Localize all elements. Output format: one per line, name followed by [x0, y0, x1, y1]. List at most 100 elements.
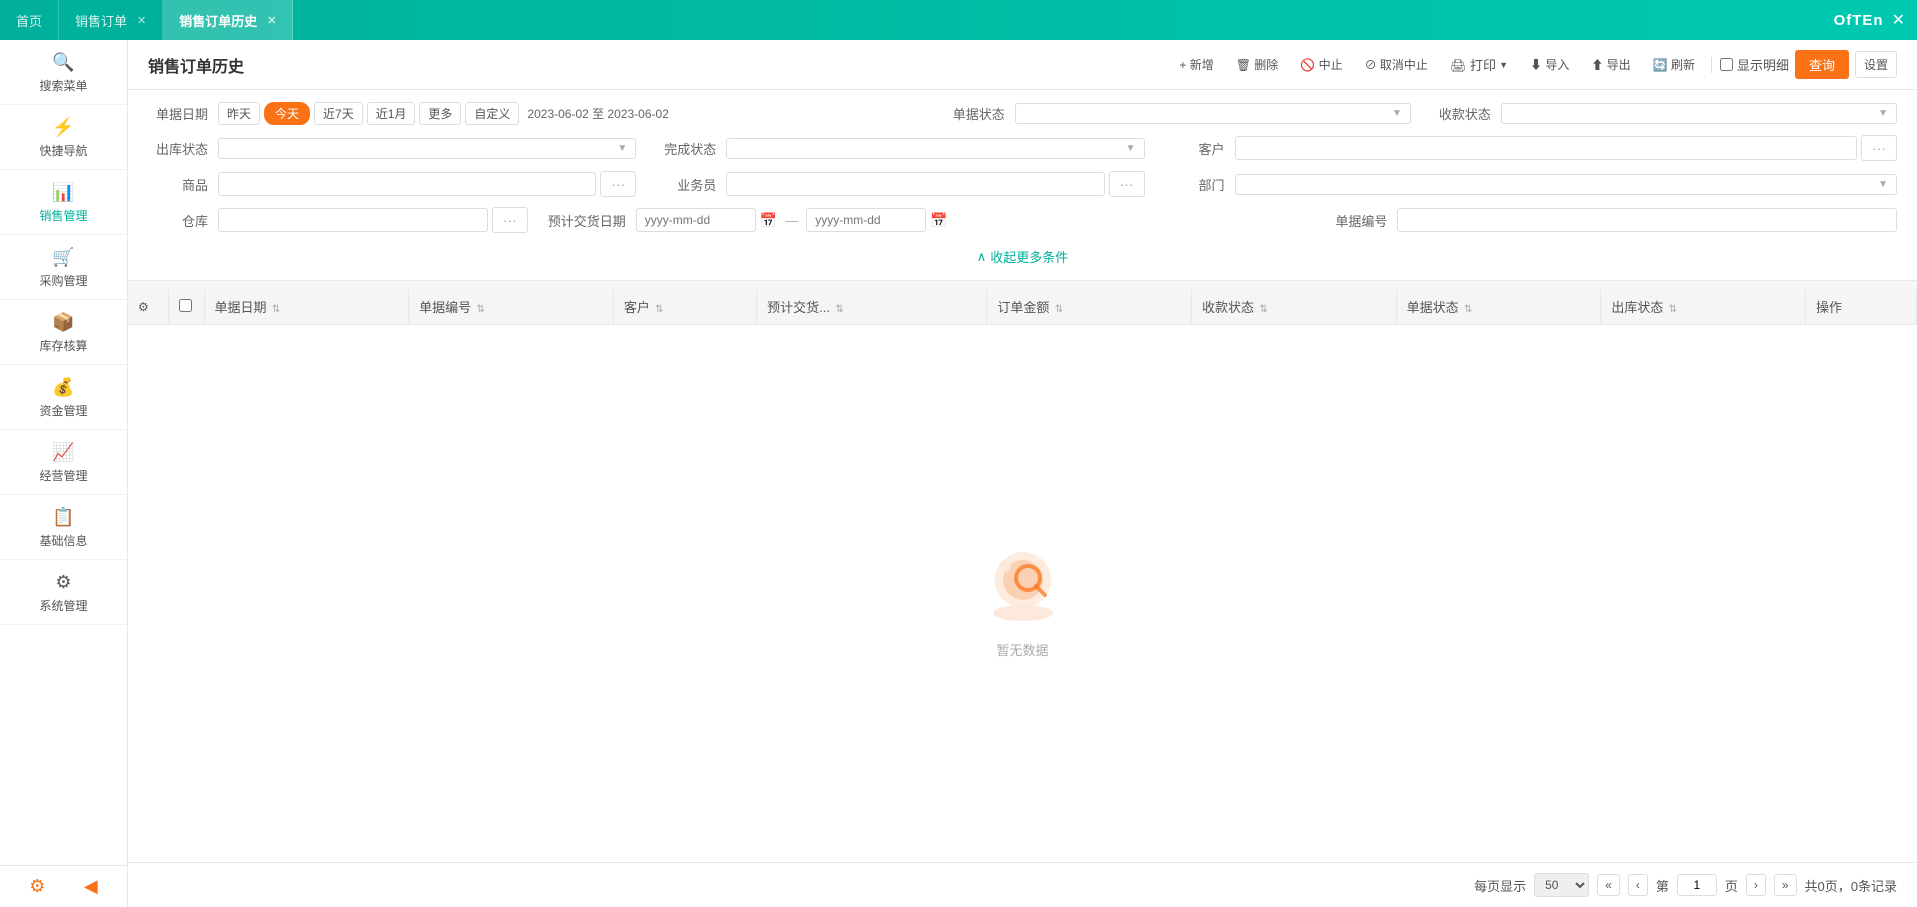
th-amount[interactable]: 订单金额 ⇅ — [987, 289, 1192, 325]
per-page-select[interactable]: 50 10 20 100 — [1534, 873, 1589, 897]
sidebar: 🔍 搜索菜单 ⚡ 快捷导航 📊 销售管理 🛒 采购管理 📦 库存核算 💰 资金管… — [0, 40, 128, 907]
out-status-select[interactable]: ▼ — [218, 138, 636, 159]
date-btn-custom[interactable]: 自定义 — [465, 102, 519, 125]
tab-sales-order-history[interactable]: 销售订单历史 ✕ — [163, 0, 293, 40]
th-no-sort-icon[interactable]: ⇅ — [477, 304, 485, 315]
bill-status-select[interactable]: ▼ — [1015, 103, 1411, 124]
bill-no-input[interactable] — [1397, 208, 1897, 232]
first-page-button[interactable]: « — [1597, 874, 1620, 896]
salesperson-input[interactable] — [726, 172, 1104, 196]
content-area: 销售订单历史 + 新增 🗑 删除 🚫 中止 ⊘ 取消中止 🖨 打印 ▼ ⬇ 导入… — [128, 40, 1917, 907]
th-payment-status-sort-icon[interactable]: ⇅ — [1259, 304, 1267, 315]
sidebar-item-sales[interactable]: 📊 销售管理 — [0, 170, 127, 235]
collapse-bar[interactable]: ∧ 收起更多条件 — [148, 243, 1897, 274]
sidebar-item-quick-nav[interactable]: ⚡ 快捷导航 — [0, 105, 127, 170]
tab-list: 首页 销售订单 ✕ 销售订单历史 ✕ — [0, 0, 1822, 40]
next-page-button[interactable]: › — [1746, 874, 1766, 896]
settings-button[interactable]: 设置 — [1855, 51, 1897, 78]
sidebar-item-basic-info[interactable]: 📋 基础信息 — [0, 495, 127, 560]
th-customer-sort-icon[interactable]: ⇅ — [655, 304, 663, 315]
delivery-date-start-input[interactable] — [636, 208, 756, 232]
empty-icon — [973, 528, 1073, 628]
query-button[interactable]: 查询 — [1795, 50, 1849, 79]
system-icon: ⚙ — [55, 572, 71, 593]
goods-input[interactable] — [218, 172, 596, 196]
sidebar-item-system[interactable]: ⚙ 系统管理 — [0, 560, 127, 625]
sidebar-settings-icon[interactable]: ⚙ — [29, 876, 45, 897]
print-dropdown-icon[interactable]: ▼ — [1499, 60, 1508, 70]
payment-status-select[interactable]: ▼ — [1501, 103, 1897, 124]
customer-dots-button[interactable]: ··· — [1861, 135, 1897, 161]
select-all-checkbox[interactable] — [179, 299, 192, 312]
date-btn-more[interactable]: 更多 — [419, 102, 461, 125]
th-delivery[interactable]: 预计交货... ⇅ — [757, 289, 987, 325]
new-button[interactable]: + 新增 — [1171, 52, 1221, 77]
date-filter-section: 单据日期 昨天 今天 近7天 近1月 更多 自定义 2023-06-02 至 2… — [148, 102, 925, 125]
last-page-button[interactable]: » — [1774, 874, 1797, 896]
sidebar-item-finance[interactable]: 💰 资金管理 — [0, 365, 127, 430]
th-delivery-label: 预计交货... — [767, 300, 830, 315]
print-button[interactable]: 🖨 打印 ▼ — [1442, 51, 1516, 78]
date-btn-today[interactable]: 今天 — [264, 102, 310, 125]
sidebar-item-inventory[interactable]: 📦 库存核算 — [0, 300, 127, 365]
th-bill-status[interactable]: 单据状态 ⇅ — [1396, 289, 1601, 325]
th-out-status-sort-icon[interactable]: ⇅ — [1669, 304, 1677, 315]
stop-button[interactable]: 🚫 中止 — [1292, 52, 1350, 77]
th-delivery-sort-icon[interactable]: ⇅ — [835, 304, 843, 315]
complete-status-select[interactable]: ▼ — [726, 138, 1144, 159]
th-customer-label: 客户 — [624, 300, 650, 315]
tab-sales-order[interactable]: 销售订单 ✕ — [59, 0, 163, 40]
export-button[interactable]: ⬆ 导出 — [1583, 52, 1638, 77]
th-customer[interactable]: 客户 ⇅ — [613, 289, 756, 325]
page-header: 销售订单历史 + 新增 🗑 删除 🚫 中止 ⊘ 取消中止 🖨 打印 ▼ ⬇ 导入… — [128, 40, 1917, 90]
department-select[interactable]: ▼ — [1235, 174, 1897, 195]
sidebar-item-operations[interactable]: 📈 经营管理 — [0, 430, 127, 495]
empty-text: 暂无数据 — [996, 640, 1048, 659]
tab-sales-order-history-close[interactable]: ✕ — [267, 14, 276, 27]
warehouse-input[interactable] — [218, 208, 488, 232]
th-date[interactable]: 单据日期 ⇅ — [204, 289, 409, 325]
th-bill-status-sort-icon[interactable]: ⇅ — [1464, 304, 1472, 315]
th-no[interactable]: 单据编号 ⇅ — [409, 289, 614, 325]
warehouse-label: 仓库 — [148, 211, 218, 230]
date-btn-1month[interactable]: 近1月 — [367, 102, 416, 125]
tab-home[interactable]: 首页 — [0, 0, 59, 40]
department-section: 部门 ▼ — [1165, 174, 1897, 195]
tab-sales-order-close[interactable]: ✕ — [137, 14, 146, 27]
delivery-date-start-cal-icon[interactable]: 📅 — [760, 212, 777, 229]
th-amount-sort-icon[interactable]: ⇅ — [1055, 304, 1063, 315]
delete-button[interactable]: 🗑 删除 — [1228, 52, 1287, 77]
page-number-input[interactable] — [1677, 874, 1717, 896]
customer-input[interactable] — [1235, 136, 1857, 160]
topbar-close-icon[interactable]: ✕ — [1892, 10, 1905, 30]
show-detail-checkbox[interactable] — [1720, 58, 1733, 71]
delivery-date-dash: — — [781, 213, 802, 228]
th-date-sort-icon[interactable]: ⇅ — [272, 304, 280, 315]
goods-dots-button[interactable]: ··· — [600, 171, 636, 197]
filter-row-3: 商品 ··· 业务员 ··· 部门 ▼ — [148, 171, 1897, 197]
warehouse-dots-button[interactable]: ··· — [492, 207, 528, 233]
th-settings[interactable]: ⚙ — [128, 289, 168, 325]
date-btn-yesterday[interactable]: 昨天 — [218, 102, 260, 125]
sidebar-item-purchase[interactable]: 🛒 采购管理 — [0, 235, 127, 300]
date-filter-label: 单据日期 — [148, 104, 218, 123]
date-btn-7days[interactable]: 近7天 — [314, 102, 363, 125]
sidebar-item-search-label: 搜索菜单 — [39, 77, 87, 94]
pagination-bar: 每页显示 50 10 20 100 « ‹ 第 页 › » 共0页，0条记录 — [128, 862, 1917, 907]
payment-status-section: 收款状态 ▼ — [1431, 103, 1897, 124]
delivery-date-end-cal-icon[interactable]: 📅 — [930, 212, 947, 229]
cancel-stop-button[interactable]: ⊘ 取消中止 — [1357, 52, 1436, 77]
sidebar-collapse-icon[interactable]: ◀ — [84, 876, 98, 897]
show-detail-checkbox-label[interactable]: 显示明细 — [1720, 55, 1789, 74]
th-out-status[interactable]: 出库状态 ⇅ — [1601, 289, 1806, 325]
prev-page-button[interactable]: ‹ — [1628, 874, 1648, 896]
refresh-button[interactable]: 🔄 刷新 — [1645, 52, 1703, 77]
th-payment-status[interactable]: 收款状态 ⇅ — [1192, 289, 1397, 325]
sidebar-item-search[interactable]: 🔍 搜索菜单 — [0, 40, 127, 105]
basic-info-icon: 📋 — [52, 507, 74, 528]
out-status-section: 出库状态 ▼ — [148, 138, 636, 159]
import-button[interactable]: ⬇ 导入 — [1522, 52, 1577, 77]
salesperson-dots-button[interactable]: ··· — [1109, 171, 1145, 197]
delivery-date-end-input[interactable] — [806, 208, 926, 232]
main-layout: 🔍 搜索菜单 ⚡ 快捷导航 📊 销售管理 🛒 采购管理 📦 库存核算 💰 资金管… — [0, 40, 1917, 907]
